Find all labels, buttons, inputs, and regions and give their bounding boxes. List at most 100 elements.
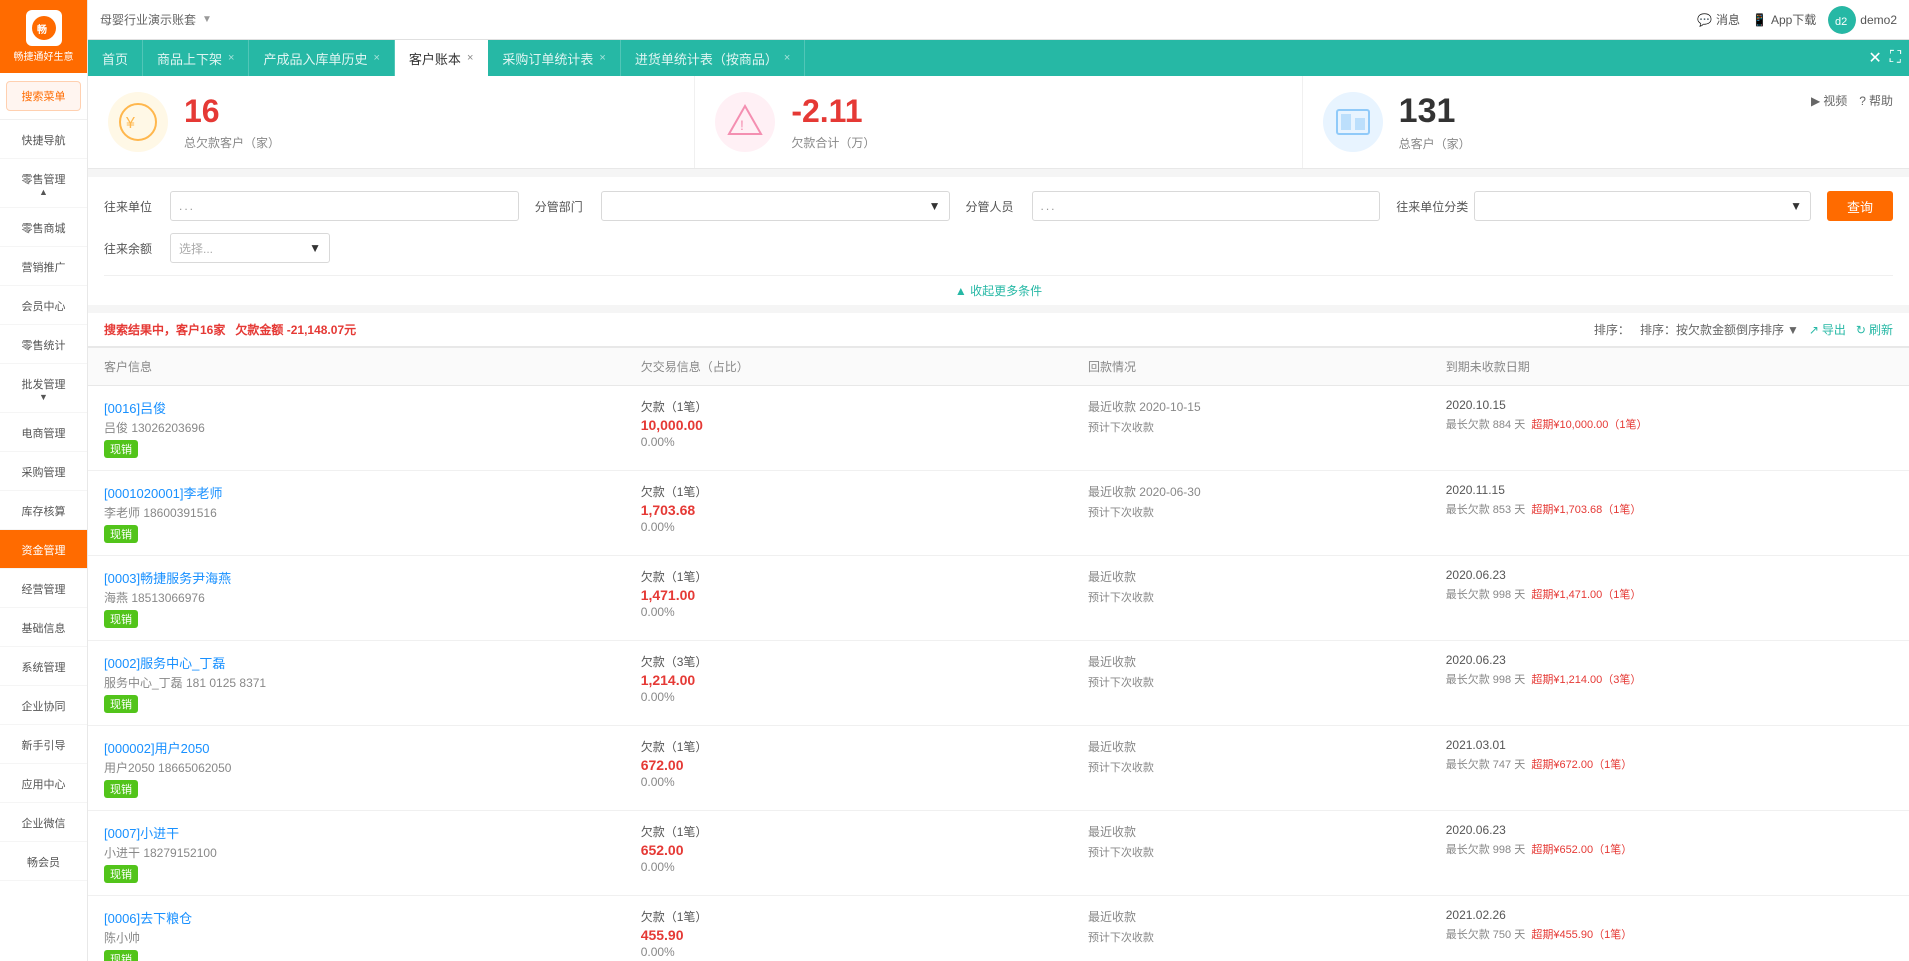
- overdue-link-4[interactable]: 超期¥1,214.00（3笔）: [1531, 674, 1641, 686]
- sidebar-item-app-center[interactable]: 应用中心: [0, 764, 87, 803]
- customer-name-3[interactable]: [0003]畅捷服务尹海燕: [104, 568, 641, 587]
- filter-balance: 往来余额 选择... ▼: [104, 233, 1893, 263]
- chevron-down-icon-balance: ▼: [309, 241, 321, 255]
- sort-button[interactable]: 排序：按欠款金额倒序排序 ▼: [1640, 321, 1799, 338]
- collapse-filter-btn[interactable]: ▲ 收起更多条件: [104, 275, 1893, 305]
- from-unit-input[interactable]: ...: [170, 191, 519, 221]
- collection-info-5: 最近收款: [1088, 738, 1446, 755]
- sidebar-item-ecommerce[interactable]: 电商管理: [0, 413, 87, 452]
- tab-product-history[interactable]: 产成品入库单历史 ×: [249, 40, 394, 76]
- debt-amount-1[interactable]: 10,000.00: [641, 417, 1088, 433]
- results-bar: 搜索结果中，客户16家 欠款金额 -21,148.07元 排序： 排序：按欠款金…: [88, 313, 1909, 347]
- logo-icon: 畅: [26, 10, 62, 46]
- sidebar-item-chang-member[interactable]: 畅会员: [0, 842, 87, 881]
- customer-name-5[interactable]: [000002]用户2050: [104, 738, 641, 757]
- sidebar-item-retail-mall[interactable]: 零售商城: [0, 208, 87, 247]
- sidebar-item-beginner-guide[interactable]: 新手引导: [0, 725, 87, 764]
- search-button[interactable]: 查询: [1827, 191, 1893, 221]
- sidebar-item-inventory[interactable]: 库存核算: [0, 491, 87, 530]
- collection-next-2: 预计下次收款: [1088, 504, 1446, 520]
- debt-amount-7[interactable]: 455.90: [641, 927, 1088, 943]
- close-icon[interactable]: ×: [228, 52, 234, 64]
- refresh-btn[interactable]: ↻ 刷新: [1856, 321, 1893, 338]
- debt-amount-4[interactable]: 1,214.00: [641, 672, 1088, 688]
- dept-select[interactable]: ▼: [601, 191, 950, 221]
- app-logo[interactable]: 畅 畅捷通好生意: [0, 0, 87, 73]
- company-dropdown-icon[interactable]: ▼: [202, 14, 212, 25]
- sidebar-item-system[interactable]: 系统管理: [0, 647, 87, 686]
- tab-customer-account[interactable]: 客户账本 ×: [395, 40, 488, 76]
- overdue-info-7: 最长欠款 750 天 超期¥455.90（1笔）: [1446, 926, 1893, 942]
- unit-category-label: 往来单位分类: [1396, 198, 1468, 215]
- sidebar-item-enterprise-collab[interactable]: 企业协同: [0, 686, 87, 725]
- sidebar-item-purchase[interactable]: 采购管理: [0, 452, 87, 491]
- tab-purchase-stats[interactable]: 采购订单统计表 ×: [488, 40, 620, 76]
- video-btn[interactable]: ▶ 视频: [1811, 92, 1847, 109]
- cell-customer-7: [0006]去下粮仓 陈小帅 现销: [104, 908, 641, 961]
- collection-info-3: 最近收款: [1088, 568, 1446, 585]
- debt-amount-5[interactable]: 672.00: [641, 757, 1088, 773]
- customer-name-6[interactable]: [0007]小进干: [104, 823, 641, 842]
- overdue-link-7[interactable]: 超期¥455.90（1笔）: [1531, 929, 1632, 941]
- overdue-link-2[interactable]: 超期¥1,703.68（1笔）: [1531, 504, 1641, 516]
- table-row: [0003]畅捷服务尹海燕 海燕 18513066976 现销 欠款（1笔） 1…: [88, 556, 1909, 641]
- main-area: 母婴行业演示账套 ▼ 💬 消息 📱 App下载 d2 demo2 首页: [88, 0, 1909, 961]
- debt-count-7: 欠款（1笔）: [641, 908, 1088, 925]
- overdue-link-5[interactable]: 超期¥672.00（1笔）: [1531, 759, 1632, 771]
- svg-text:¥: ¥: [125, 115, 135, 132]
- sidebar-item-operations[interactable]: 经营管理: [0, 569, 87, 608]
- customer-name-4[interactable]: [0002]服务中心_丁磊: [104, 653, 641, 672]
- cell-customer-4: [0002]服务中心_丁磊 服务中心_丁磊 181 0125 8371 现销: [104, 653, 641, 713]
- debt-count-3: 欠款（1笔）: [641, 568, 1088, 585]
- overdue-info-5: 最长欠款 747 天 超期¥672.00（1笔）: [1446, 756, 1893, 772]
- sidebar-item-member-center[interactable]: 会员中心: [0, 286, 87, 325]
- customer-name-2[interactable]: [0001020001]李老师: [104, 483, 641, 502]
- close-icon-3[interactable]: ×: [467, 52, 473, 64]
- customer-name-1[interactable]: [0016]吕俊: [104, 398, 641, 417]
- table-row: [0002]服务中心_丁磊 服务中心_丁磊 181 0125 8371 现销 欠…: [88, 641, 1909, 726]
- cell-collection-7: 最近收款 预计下次收款: [1088, 908, 1446, 945]
- user-menu[interactable]: d2 demo2: [1828, 6, 1897, 34]
- message-btn[interactable]: 💬 消息: [1697, 11, 1740, 28]
- export-btn[interactable]: ↗ 导出: [1809, 321, 1846, 338]
- tab-product-updown[interactable]: 商品上下架 ×: [143, 40, 249, 76]
- sidebar-item-basic-info[interactable]: 基础信息: [0, 608, 87, 647]
- balance-select[interactable]: 选择... ▼: [170, 233, 330, 263]
- tab-fullscreen-icon[interactable]: ⛶: [1890, 49, 1901, 67]
- debt-amount-2[interactable]: 1,703.68: [641, 502, 1088, 518]
- help-btn[interactable]: ? 帮助: [1859, 92, 1893, 109]
- app-download-icon: 📱: [1752, 13, 1767, 27]
- sidebar-item-wholesale-mgmt[interactable]: 批发管理 ▼: [0, 364, 87, 413]
- overdue-link-1[interactable]: 超期¥10,000.00（1笔）: [1531, 419, 1647, 431]
- unit-category-select[interactable]: ▼: [1474, 191, 1811, 221]
- person-input[interactable]: ...: [1032, 191, 1381, 221]
- close-icon-4[interactable]: ×: [599, 52, 605, 64]
- cell-due-1: 2020.10.15 最长欠款 884 天 超期¥10,000.00（1笔）: [1446, 398, 1893, 432]
- from-unit-label: 往来单位: [104, 198, 164, 215]
- sidebar-item-retail-stats[interactable]: 零售统计: [0, 325, 87, 364]
- tab-close-all-icon[interactable]: ✕: [1868, 48, 1881, 68]
- tab-purchase-product-stats[interactable]: 进货单统计表（按商品） ×: [621, 40, 805, 76]
- sidebar-item-retail-mgmt[interactable]: 零售管理 ▲: [0, 159, 87, 208]
- overdue-link-6[interactable]: 超期¥652.00（1笔）: [1531, 844, 1632, 856]
- debt-amount-3[interactable]: 1,471.00: [641, 587, 1088, 603]
- stat-card-debtors: ¥ 16 总欠款客户（家）: [88, 76, 695, 168]
- company-name: 母婴行业演示账套: [100, 11, 196, 28]
- tab-home[interactable]: 首页: [88, 40, 143, 76]
- app-download-btn[interactable]: 📱 App下载: [1752, 11, 1816, 28]
- sidebar-item-finance[interactable]: 资金管理: [0, 530, 87, 569]
- sidebar-item-marketing[interactable]: 营销推广: [0, 247, 87, 286]
- video-icon: ▶: [1811, 94, 1820, 108]
- collapse-icon: ▲: [955, 284, 970, 298]
- close-icon-2[interactable]: ×: [373, 52, 379, 64]
- search-menu-btn[interactable]: 搜索菜单: [6, 81, 81, 111]
- export-icon: ↗: [1809, 323, 1819, 337]
- sidebar-item-quick-nav[interactable]: 快捷导航: [0, 120, 87, 159]
- customer-name-7[interactable]: [0006]去下粮仓: [104, 908, 641, 927]
- due-date-1: 2020.10.15: [1446, 398, 1893, 412]
- debt-amount-6[interactable]: 652.00: [641, 842, 1088, 858]
- filter-row-1: 往来单位 ... 分管部门 ▼ 分管人员 ...: [104, 191, 1893, 221]
- sidebar-item-wechat[interactable]: 企业微信: [0, 803, 87, 842]
- overdue-link-3[interactable]: 超期¥1,471.00（1笔）: [1531, 589, 1641, 601]
- close-icon-5[interactable]: ×: [784, 52, 790, 64]
